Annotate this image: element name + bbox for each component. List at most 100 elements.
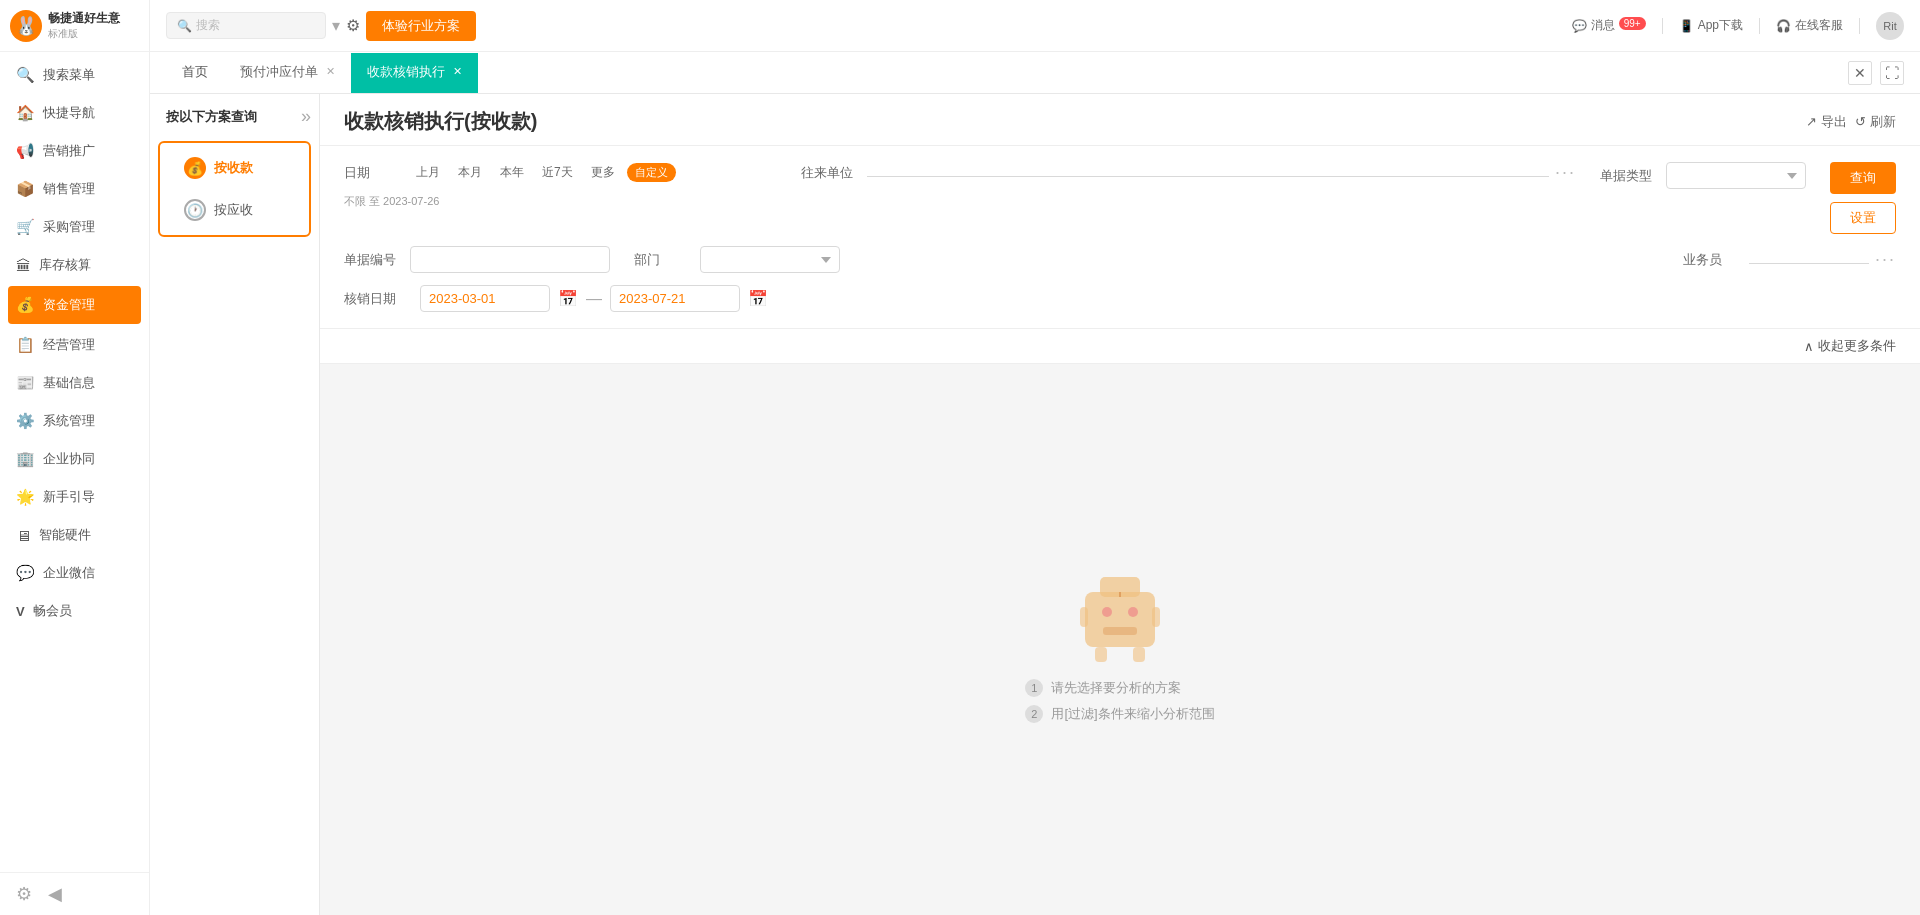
sidebar-item-finance[interactable]: 💰 资金管理 bbox=[8, 286, 141, 324]
staff-dots[interactable]: ··· bbox=[1875, 249, 1896, 270]
sidebar-label-search: 搜索菜单 bbox=[43, 66, 95, 84]
sidebar-item-inventory[interactable]: 🏛 库存核算 bbox=[0, 246, 149, 284]
query-btn[interactable]: 查询 bbox=[1830, 162, 1896, 194]
bank-icon: 🏛 bbox=[16, 257, 31, 274]
date-btn-last-month[interactable]: 上月 bbox=[410, 162, 446, 183]
messages-action[interactable]: 💬 消息 99+ bbox=[1572, 17, 1646, 34]
header-left: 🔍 搜索 ▾ ⚙ 体验行业方案 bbox=[166, 11, 1562, 41]
sidebar-label-system: 系统管理 bbox=[43, 412, 95, 430]
sidebar-item-purchase[interactable]: 🛒 采购管理 bbox=[0, 208, 149, 246]
sidebar-item-sales[interactable]: 📦 销售管理 bbox=[0, 170, 149, 208]
filter-by-receipt[interactable]: 💰 按收款 bbox=[160, 147, 309, 189]
sidebar-item-marketing[interactable]: 📢 营销推广 bbox=[0, 132, 149, 170]
sidebar-logo: 🐰 畅捷通好生意 标准版 bbox=[0, 0, 149, 52]
sidebar-item-operations[interactable]: 📋 经营管理 bbox=[0, 326, 149, 364]
messages-badge: 99+ bbox=[1619, 17, 1646, 30]
online-service-action[interactable]: 🎧 在线客服 bbox=[1776, 17, 1843, 34]
monitor-icon: 🖥 bbox=[16, 527, 31, 544]
filter-by-receivable-label: 按应收 bbox=[214, 201, 253, 219]
verify-date-end[interactable] bbox=[610, 285, 740, 312]
date-range-separator: — bbox=[586, 290, 602, 308]
counterparty-dots[interactable]: ··· bbox=[1555, 162, 1576, 183]
dept-label: 部门 bbox=[634, 251, 694, 269]
bill-no-label: 单据编号 bbox=[344, 251, 404, 269]
industry-btn[interactable]: 体验行业方案 bbox=[366, 11, 476, 41]
empty-tips: 1 请先选择要分析的方案 2 用[过滤]条件来缩小分析范围 bbox=[1025, 679, 1214, 723]
tab-home[interactable]: 首页 bbox=[166, 53, 224, 93]
export-btn[interactable]: ↗ 导出 bbox=[1806, 113, 1847, 131]
verify-date-start[interactable] bbox=[420, 285, 550, 312]
sidebar-item-search[interactable]: 🔍 搜索菜单 bbox=[0, 56, 149, 94]
bill-type-select[interactable] bbox=[1666, 162, 1806, 189]
top-search-box[interactable]: 🔍 搜索 bbox=[166, 12, 326, 39]
user-avatar[interactable]: Rit bbox=[1876, 12, 1904, 40]
tab-expand-btn[interactable]: ⛶ bbox=[1880, 61, 1904, 85]
sidebar-item-system[interactable]: ⚙️ 系统管理 bbox=[0, 402, 149, 440]
logo-icon: 🐰 bbox=[10, 10, 42, 42]
header-divider2 bbox=[1759, 18, 1760, 34]
verify-date-label: 核销日期 bbox=[344, 290, 404, 308]
sidebar-label-purchase: 采购管理 bbox=[43, 218, 95, 236]
sidebar-item-corp[interactable]: 🏢 企业协同 bbox=[0, 440, 149, 478]
sidebar-item-wechat[interactable]: 💬 企业微信 bbox=[0, 554, 149, 592]
filter-by-receivable[interactable]: 🕐 按应收 bbox=[160, 189, 309, 231]
app-download-action[interactable]: 📱 App下载 bbox=[1679, 17, 1743, 34]
content-area: 按以下方案查询 » 💰 按收款 🕐 按应收 收款核销执行(按收款) bbox=[150, 94, 1920, 915]
main-area: 🔍 搜索 ▾ ⚙ 体验行业方案 💬 消息 99+ 📱 App下载 🎧 在线客服 bbox=[150, 0, 1920, 915]
date-btn-this-year[interactable]: 本年 bbox=[494, 162, 530, 183]
collapse-conditions-bar[interactable]: ∧ 收起更多条件 bbox=[320, 329, 1920, 364]
building-icon: 🏢 bbox=[16, 450, 35, 468]
date-btn-more[interactable]: 更多 bbox=[585, 162, 621, 183]
query-col: 查询 设置 bbox=[1830, 162, 1896, 234]
settings-btn[interactable]: 设置 bbox=[1830, 202, 1896, 234]
svg-rect-8 bbox=[1095, 647, 1107, 662]
date-btn-this-month[interactable]: 本月 bbox=[452, 162, 488, 183]
sidebar-label-operations: 经营管理 bbox=[43, 336, 95, 354]
counterparty-label: 往来单位 bbox=[801, 164, 861, 182]
calendar-end-icon[interactable]: 📅 bbox=[748, 289, 768, 308]
megaphone-icon: 📢 bbox=[16, 142, 35, 160]
sidebar-label-newbie: 新手引导 bbox=[43, 488, 95, 506]
sidebar-item-basic[interactable]: 📰 基础信息 bbox=[0, 364, 149, 402]
tip-num-1: 1 bbox=[1025, 679, 1043, 697]
svg-point-4 bbox=[1128, 607, 1138, 617]
tab-close-all-btn[interactable]: ✕ bbox=[1848, 61, 1872, 85]
sidebar-item-newbie[interactable]: 🌟 新手引导 bbox=[0, 478, 149, 516]
svg-rect-6 bbox=[1080, 607, 1088, 627]
empty-tip-2: 2 用[过滤]条件来缩小分析范围 bbox=[1025, 705, 1214, 723]
messages-label: 消息 bbox=[1591, 17, 1615, 34]
sidebar-label-member: 畅会员 bbox=[33, 602, 72, 620]
sidebar-menu: 🔍 搜索菜单 🏠 快捷导航 📢 营销推广 📦 销售管理 🛒 采购管理 🏛 库存核… bbox=[0, 52, 149, 872]
tab-prepay-close-icon[interactable]: ✕ bbox=[326, 65, 335, 78]
sidebar-item-hardware[interactable]: 🖥 智能硬件 bbox=[0, 516, 149, 554]
sidebar-label-corp: 企业协同 bbox=[43, 450, 95, 468]
settings-bottom-icon[interactable]: ⚙ bbox=[16, 883, 32, 905]
calendar-start-icon[interactable]: 📅 bbox=[558, 289, 578, 308]
filter-collapse-icon[interactable]: » bbox=[301, 106, 311, 127]
receipt-filter-icon: 💰 bbox=[184, 157, 206, 179]
tab-receipt-verify-close-icon[interactable]: ✕ bbox=[453, 65, 462, 78]
app-download-label: App下载 bbox=[1698, 17, 1743, 34]
date-custom-badge[interactable]: 自定义 bbox=[627, 163, 676, 182]
date-label: 日期 bbox=[344, 164, 404, 182]
staff-label: 业务员 bbox=[1683, 251, 1743, 269]
mobile-icon: 📱 bbox=[1679, 19, 1694, 33]
online-service-label: 在线客服 bbox=[1795, 17, 1843, 34]
tab-receipt-verify-label: 收款核销执行 bbox=[367, 63, 445, 81]
dept-select[interactable] bbox=[700, 246, 840, 273]
collapse-conditions-label: 收起更多条件 bbox=[1818, 337, 1896, 355]
sidebar-item-quicknav[interactable]: 🏠 快捷导航 bbox=[0, 94, 149, 132]
date-btn-7days[interactable]: 近7天 bbox=[536, 162, 579, 183]
dropdown-arrow-icon[interactable]: ▾ bbox=[332, 16, 340, 35]
sidebar-item-member[interactable]: V 畅会员 bbox=[0, 592, 149, 630]
header-divider3 bbox=[1859, 18, 1860, 34]
user-name: Rit bbox=[1883, 20, 1896, 32]
collapse-sidebar-icon[interactable]: ◀ bbox=[48, 883, 62, 905]
export-icon: ↗ bbox=[1806, 114, 1817, 129]
gear-header-icon[interactable]: ⚙ bbox=[346, 16, 360, 35]
refresh-btn[interactable]: ↺ 刷新 bbox=[1855, 113, 1896, 131]
box-icon: 📦 bbox=[16, 180, 35, 198]
tab-receipt-verify[interactable]: 收款核销执行 ✕ bbox=[351, 53, 478, 93]
bill-no-input[interactable] bbox=[410, 246, 610, 273]
tab-prepay[interactable]: 预付冲应付单 ✕ bbox=[224, 53, 351, 93]
